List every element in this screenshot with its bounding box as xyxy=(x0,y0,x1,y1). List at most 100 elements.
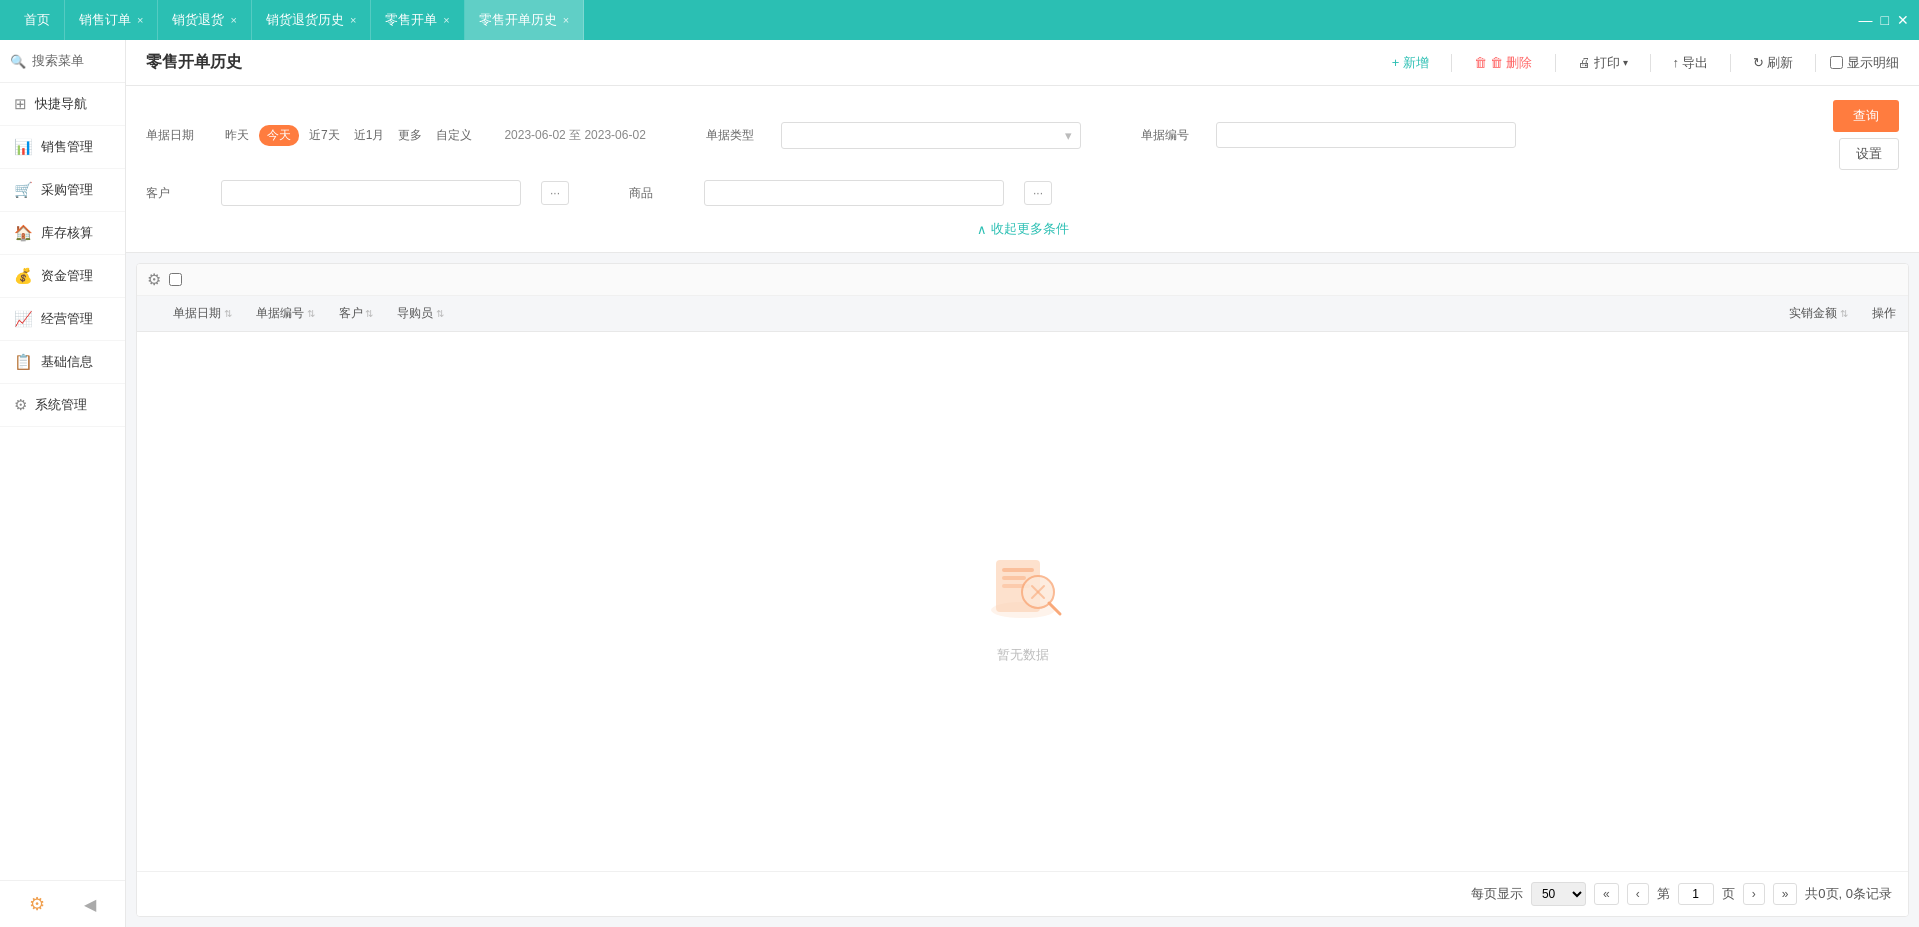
export-label: 导出 xyxy=(1682,54,1708,72)
customer-ellipsis-btn[interactable]: ··· xyxy=(541,181,569,205)
tab-sales-return[interactable]: 销货退货 × xyxy=(158,0,251,40)
col-amount[interactable]: 实销金额 xyxy=(1777,296,1860,332)
goods-ellipsis-btn[interactable]: ··· xyxy=(1024,181,1052,205)
sales-icon: 📊 xyxy=(14,138,33,156)
settings-icon[interactable]: ⚙ xyxy=(29,893,45,915)
select-all-checkbox[interactable] xyxy=(169,273,182,286)
maximize-button[interactable]: □ xyxy=(1881,12,1889,28)
tab-sales-order-close[interactable]: × xyxy=(137,14,143,26)
date-opt-7days[interactable]: 近7天 xyxy=(305,125,344,146)
content-area: 零售开单历史 + 新增 🗑 🗑 删除 🖨 打印 ▾ ↑ 导出 xyxy=(126,40,1919,927)
col-action: 操作 xyxy=(1860,296,1908,332)
new-button[interactable]: + 新增 xyxy=(1384,50,1437,76)
query-area: 查询 设置 xyxy=(1833,100,1899,170)
refresh-label: 刷新 xyxy=(1767,54,1793,72)
svg-rect-3 xyxy=(1002,576,1026,580)
tab-sales-return-history-label: 销货退货历史 xyxy=(266,11,344,29)
next-page-btn[interactable]: › xyxy=(1743,883,1765,905)
basic-info-icon: 📋 xyxy=(14,353,33,371)
date-opt-custom[interactable]: 自定义 xyxy=(432,125,476,146)
sidebar-item-purchase-mgmt-label: 采购管理 xyxy=(41,181,93,199)
sidebar-item-purchase-mgmt[interactable]: 🛒 采购管理 xyxy=(0,169,125,212)
table-toolbar: ⚙ xyxy=(137,264,1908,296)
col-checkbox xyxy=(137,296,161,332)
filter-panel: 单据日期 昨天 今天 近7天 近1月 更多 自定义 2023-06-02 至 2… xyxy=(126,86,1919,253)
col-date[interactable]: 单据日期 xyxy=(161,296,244,332)
print-button[interactable]: 🖨 打印 ▾ xyxy=(1570,50,1636,76)
tab-sales-order[interactable]: 销售订单 × xyxy=(65,0,158,40)
delete-icon: 🗑 xyxy=(1474,55,1487,70)
empty-state: 暂无数据 xyxy=(137,332,1908,871)
refresh-button[interactable]: ↻ 刷新 xyxy=(1745,50,1801,76)
refresh-icon: ↻ xyxy=(1753,55,1764,70)
col-customer[interactable]: 客户 xyxy=(327,296,386,332)
page-label: 第 xyxy=(1657,885,1670,903)
pagination-summary: 共0页, 0条记录 xyxy=(1805,885,1892,903)
sep1 xyxy=(1451,54,1452,72)
sidebar-item-system-mgmt[interactable]: ⚙ 系统管理 xyxy=(0,384,125,427)
tab-sales-return-history[interactable]: 销货退货历史 × xyxy=(252,0,371,40)
col-guide[interactable]: 导购员 xyxy=(385,296,456,332)
show-detail-text: 显示明细 xyxy=(1847,54,1899,72)
sidebar-bottom: ⚙ ◀ xyxy=(0,880,125,927)
sidebar-item-inventory-mgmt[interactable]: 🏠 库存核算 xyxy=(0,212,125,255)
sidebar-item-basic-info[interactable]: 📋 基础信息 xyxy=(0,341,125,384)
tab-sales-return-history-close[interactable]: × xyxy=(350,14,356,26)
export-icon: ↑ xyxy=(1673,55,1680,70)
sidebar-item-operations-mgmt-label: 经营管理 xyxy=(41,310,93,328)
collapse-label: 收起更多条件 xyxy=(991,220,1069,238)
page-size-select[interactable]: 50 10 20 100 xyxy=(1531,882,1586,906)
tab-retail-history[interactable]: 零售开单历史 × xyxy=(465,0,584,40)
sidebar-item-operations-mgmt[interactable]: 📈 经营管理 xyxy=(0,298,125,341)
empty-illustration xyxy=(978,540,1068,630)
tab-retail-open-label: 零售开单 xyxy=(385,11,437,29)
collapse-btn[interactable]: ∧ 收起更多条件 xyxy=(977,220,1069,238)
order-type-select[interactable]: ▾ xyxy=(781,122,1081,149)
table-settings-icon[interactable]: ⚙ xyxy=(147,270,161,289)
tab-sales-return-close[interactable]: × xyxy=(230,14,236,26)
minimize-button[interactable]: — xyxy=(1859,12,1873,28)
sidebar-item-quick-nav-label: 快捷导航 xyxy=(35,95,87,113)
sep2 xyxy=(1555,54,1556,72)
pagination: 每页显示 50 10 20 100 « ‹ 第 页 › » 共0页, 0条记录 xyxy=(137,871,1908,916)
print-icon: 🖨 xyxy=(1578,55,1591,70)
filter-row-2: 客户 ··· 商品 ··· xyxy=(146,180,1899,206)
setting-button[interactable]: 设置 xyxy=(1839,138,1899,170)
col-no[interactable]: 单据编号 xyxy=(244,296,327,332)
filter-row-1: 单据日期 昨天 今天 近7天 近1月 更多 自定义 2023-06-02 至 2… xyxy=(146,100,1899,170)
query-button[interactable]: 查询 xyxy=(1833,100,1899,132)
sidebar-item-finance-mgmt[interactable]: 💰 资金管理 xyxy=(0,255,125,298)
sidebar-item-sales-mgmt[interactable]: 📊 销售管理 xyxy=(0,126,125,169)
sidebar-item-quick-nav[interactable]: ⊞ 快捷导航 xyxy=(0,83,125,126)
date-options: 昨天 今天 近7天 近1月 更多 自定义 xyxy=(221,125,476,146)
order-no-label: 单据编号 xyxy=(1141,127,1196,144)
date-opt-today[interactable]: 今天 xyxy=(259,125,299,146)
date-opt-more[interactable]: 更多 xyxy=(394,125,426,146)
tab-home[interactable]: 首页 xyxy=(10,0,65,40)
tab-sales-order-label: 销售订单 xyxy=(79,11,131,29)
first-page-btn[interactable]: « xyxy=(1594,883,1619,905)
print-label: 打印 xyxy=(1594,54,1620,72)
main-layout: 🔍 搜索菜单 ⊞ 快捷导航 📊 销售管理 🛒 采购管理 🏠 库存核算 💰 资金管… xyxy=(0,40,1919,927)
collapse-sidebar-icon[interactable]: ◀ xyxy=(84,895,96,914)
prev-page-btn[interactable]: ‹ xyxy=(1627,883,1649,905)
tab-retail-history-close[interactable]: × xyxy=(563,14,569,26)
date-opt-1month[interactable]: 近1月 xyxy=(350,125,389,146)
sidebar-search[interactable]: 🔍 搜索菜单 xyxy=(0,40,125,83)
sidebar-item-sales-mgmt-label: 销售管理 xyxy=(41,138,93,156)
order-no-input[interactable] xyxy=(1216,122,1516,148)
customer-input[interactable] xyxy=(221,180,521,206)
inventory-icon: 🏠 xyxy=(14,224,33,242)
page-input[interactable] xyxy=(1678,883,1714,905)
show-detail-checkbox[interactable] xyxy=(1830,56,1843,69)
tab-retail-open-close[interactable]: × xyxy=(443,14,449,26)
date-opt-yesterday[interactable]: 昨天 xyxy=(221,125,253,146)
tab-retail-open[interactable]: 零售开单 × xyxy=(371,0,464,40)
goods-input[interactable] xyxy=(704,180,1004,206)
delete-button[interactable]: 🗑 🗑 删除 xyxy=(1466,50,1541,76)
show-detail-label: 显示明细 xyxy=(1830,54,1899,72)
close-button[interactable]: ✕ xyxy=(1897,12,1909,28)
data-table: 单据日期 单据编号 客户 导购员 实销金额 操作 xyxy=(137,296,1908,332)
last-page-btn[interactable]: » xyxy=(1773,883,1798,905)
export-button[interactable]: ↑ 导出 xyxy=(1665,50,1717,76)
